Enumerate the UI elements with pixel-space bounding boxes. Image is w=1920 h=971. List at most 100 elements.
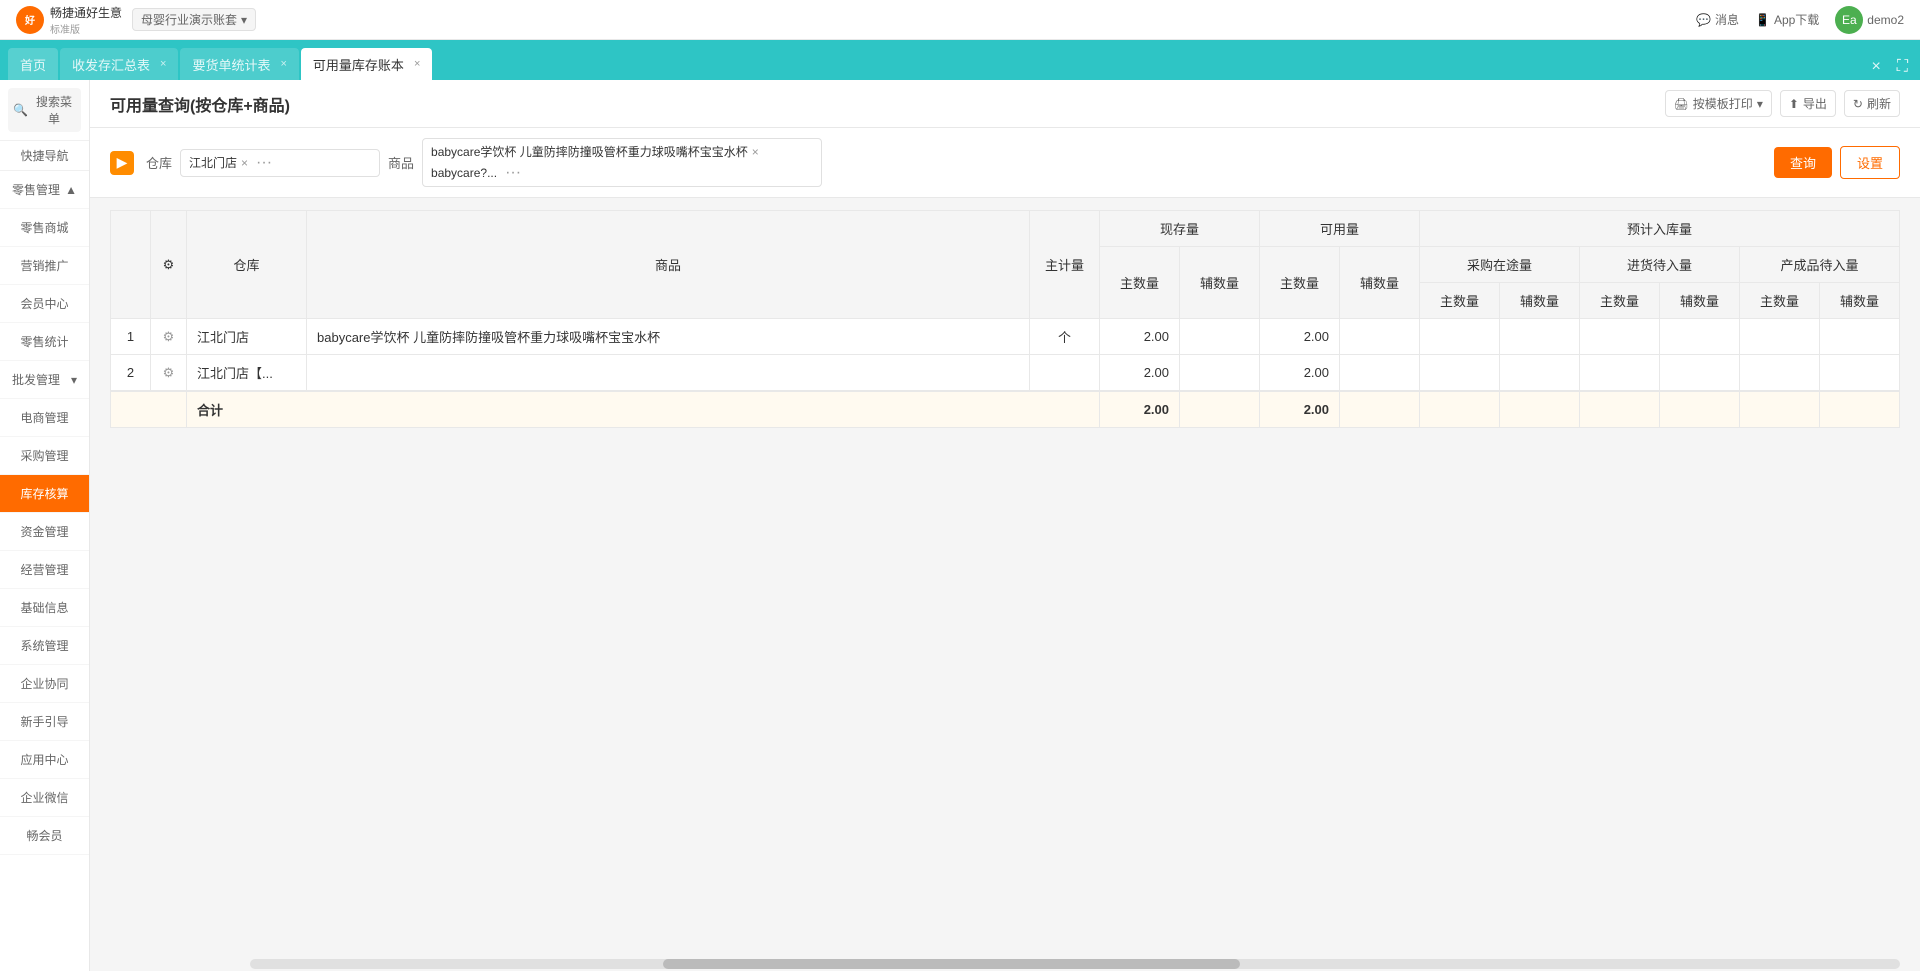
query-btn[interactable]: 查询 bbox=[1774, 147, 1832, 178]
row-avail-aux bbox=[1340, 319, 1420, 355]
sidebar-item-enterprise-wechat[interactable]: 企业微信 bbox=[0, 779, 89, 817]
sidebar-item-ecommerce[interactable]: 电商管理 bbox=[0, 399, 89, 437]
scrollbar-thumb[interactable] bbox=[663, 959, 1241, 969]
warehouse-tag-text: 江北门店 bbox=[189, 154, 237, 171]
row-purchase-main bbox=[1420, 355, 1500, 392]
tab-available-stock[interactable]: 可用量库存账本 × bbox=[301, 48, 432, 80]
product-tag-1-close[interactable]: × bbox=[752, 145, 759, 159]
tab-order-stats[interactable]: 要货单统计表 × bbox=[180, 48, 298, 80]
sidebar-item-retail-mgmt[interactable]: 零售管理 ▲ bbox=[0, 171, 89, 209]
th-unit: 主计量 bbox=[1030, 211, 1100, 319]
sidebar-item-vip-member[interactable]: 畅会员 bbox=[0, 817, 89, 855]
total-avail-main: 2.00 bbox=[1260, 391, 1340, 428]
th-planned-inbound-group: 预计入库量 bbox=[1420, 211, 1900, 247]
sidebar-item-basic-info[interactable]: 基础信息 bbox=[0, 589, 89, 627]
row-stock-main: 2.00 bbox=[1100, 355, 1180, 392]
sidebar-item-enterprise-collab[interactable]: 企业协同 bbox=[0, 665, 89, 703]
row-warehouse: 江北门店【... bbox=[187, 355, 307, 392]
warehouse-filter-input[interactable]: 江北门店 × ··· bbox=[180, 149, 380, 177]
row-stock-main: 2.00 bbox=[1100, 319, 1180, 355]
th-inbound-aux: 辅数量 bbox=[1660, 283, 1740, 319]
sidebar-item-procurement-label: 采购管理 bbox=[20, 447, 68, 464]
tab-available-stock-close[interactable]: × bbox=[414, 58, 420, 70]
tab-receive-send-close[interactable]: × bbox=[160, 58, 166, 70]
product-filter-input[interactable]: babycare学饮杯 儿童防摔防撞吸管杯重力球吸嘴杯宝宝水杯 × babyca… bbox=[422, 138, 822, 187]
total-production-main bbox=[1740, 391, 1820, 428]
sidebar-quick-nav[interactable]: 快捷导航 bbox=[0, 141, 89, 171]
row-avail-main: 2.00 bbox=[1260, 319, 1340, 355]
product-more-dots[interactable]: ··· bbox=[501, 164, 525, 182]
industry-selector[interactable]: 母婴行业演示账套 ▾ bbox=[132, 8, 256, 31]
export-label: 导出 bbox=[1803, 95, 1827, 112]
sidebar-item-member-center[interactable]: 会员中心 bbox=[0, 285, 89, 323]
warehouse-tag-close[interactable]: × bbox=[241, 156, 248, 170]
sidebar-item-basic-info-label: 基础信息 bbox=[20, 599, 68, 616]
sidebar-item-procurement[interactable]: 采购管理 bbox=[0, 437, 89, 475]
row-settings[interactable]: ⚙ bbox=[151, 355, 187, 392]
row-production-aux bbox=[1820, 319, 1900, 355]
sidebar-item-inventory[interactable]: 库存核算 bbox=[0, 475, 89, 513]
app-download-btn[interactable]: 📱 App下载 bbox=[1755, 11, 1819, 28]
row-settings[interactable]: ⚙ bbox=[151, 319, 187, 355]
sidebar-item-wholesale-mgmt[interactable]: 批发管理 ▾ bbox=[0, 361, 89, 399]
download-label: App下载 bbox=[1774, 11, 1819, 28]
sidebar-item-marketing[interactable]: 营销推广 bbox=[0, 247, 89, 285]
th-settings[interactable]: ⚙ bbox=[151, 211, 187, 319]
sidebar-item-operations-label: 经营管理 bbox=[20, 561, 68, 578]
message-btn[interactable]: 💬 消息 bbox=[1696, 11, 1739, 28]
total-avail-aux bbox=[1340, 391, 1420, 428]
th-purchase-main: 主数量 bbox=[1420, 283, 1500, 319]
settings-btn[interactable]: 设置 bbox=[1840, 146, 1900, 179]
sidebar-item-app-center[interactable]: 应用中心 bbox=[0, 741, 89, 779]
th-no bbox=[111, 211, 151, 319]
warehouse-more-dots[interactable]: ··· bbox=[252, 154, 276, 172]
refresh-btn[interactable]: ↻ 刷新 bbox=[1844, 90, 1900, 117]
row-purchase-main bbox=[1420, 319, 1500, 355]
avatar: Ea bbox=[1835, 6, 1863, 34]
sidebar-item-new-guide[interactable]: 新手引导 bbox=[0, 703, 89, 741]
tab-home[interactable]: 首页 bbox=[8, 48, 58, 80]
sidebar-item-finance[interactable]: 资金管理 bbox=[0, 513, 89, 551]
sidebar-item-retail-mall-label: 零售商城 bbox=[20, 219, 68, 236]
th-product: 商品 bbox=[307, 211, 1030, 319]
top-bar: 好 畅捷通好生意 标准版 母婴行业演示账套 ▾ 💬 消息 📱 App下载 Ea … bbox=[0, 0, 1920, 40]
chevron-up-icon: ▲ bbox=[65, 183, 77, 197]
sidebar-item-retail-mall[interactable]: 零售商城 bbox=[0, 209, 89, 247]
row-inbound-main bbox=[1580, 319, 1660, 355]
total-row: 合计 2.00 2.00 bbox=[111, 391, 1900, 428]
refresh-label: 刷新 bbox=[1867, 95, 1891, 112]
search-menu-btn[interactable]: 🔍 搜索菜单 bbox=[8, 88, 81, 132]
product-tag-text: babycare学饮杯 儿童防摔防撞吸管杯重力球吸嘴杯宝宝水杯 bbox=[431, 143, 748, 160]
table-container[interactable]: ⚙ 仓库 商品 主计量 现存量 bbox=[90, 198, 1920, 957]
row-unit: 个 bbox=[1030, 319, 1100, 355]
refresh-icon: ↻ bbox=[1853, 97, 1863, 111]
sidebar-item-operations[interactable]: 经营管理 bbox=[0, 551, 89, 589]
filter-expand-btn[interactable]: ▶ bbox=[110, 151, 134, 175]
horizontal-scrollbar[interactable] bbox=[90, 957, 1920, 971]
th-stock-aux: 辅数量 bbox=[1180, 247, 1260, 319]
sidebar-item-retail-stats[interactable]: 零售统计 bbox=[0, 323, 89, 361]
user-area[interactable]: Ea demo2 bbox=[1835, 6, 1904, 34]
th-stock-main: 主数量 bbox=[1100, 247, 1180, 319]
sidebar-item-system[interactable]: 系统管理 bbox=[0, 627, 89, 665]
filter-actions: 查询 设置 bbox=[1774, 146, 1900, 179]
row-production-aux bbox=[1820, 355, 1900, 392]
row-purchase-aux bbox=[1500, 355, 1580, 392]
tab-receive-send[interactable]: 收发存汇总表 × bbox=[60, 48, 178, 80]
export-btn[interactable]: ⬆ 导出 bbox=[1780, 90, 1836, 117]
maximize-btn[interactable]: ⛶ bbox=[1893, 54, 1912, 80]
product-filter-label: 商品 bbox=[388, 153, 414, 172]
tab-order-stats-close[interactable]: × bbox=[280, 58, 286, 70]
print-btn[interactable]: 🖨 按模板打印 ▾ bbox=[1665, 90, 1772, 117]
close-all-tabs-btn[interactable]: × bbox=[1867, 54, 1884, 80]
sidebar-item-ecommerce-label: 电商管理 bbox=[20, 409, 68, 426]
logo-icon: 好 bbox=[16, 6, 44, 34]
row-production-main bbox=[1740, 319, 1820, 355]
th-production-aux: 辅数量 bbox=[1820, 283, 1900, 319]
row-warehouse: 江北门店 bbox=[187, 319, 307, 355]
th-warehouse: 仓库 bbox=[187, 211, 307, 319]
quick-nav-label: 快捷导航 bbox=[20, 149, 68, 163]
total-production-aux bbox=[1820, 391, 1900, 428]
product-tag-2-text: babycare?... bbox=[431, 166, 497, 180]
th-available-group: 可用量 bbox=[1260, 211, 1420, 247]
